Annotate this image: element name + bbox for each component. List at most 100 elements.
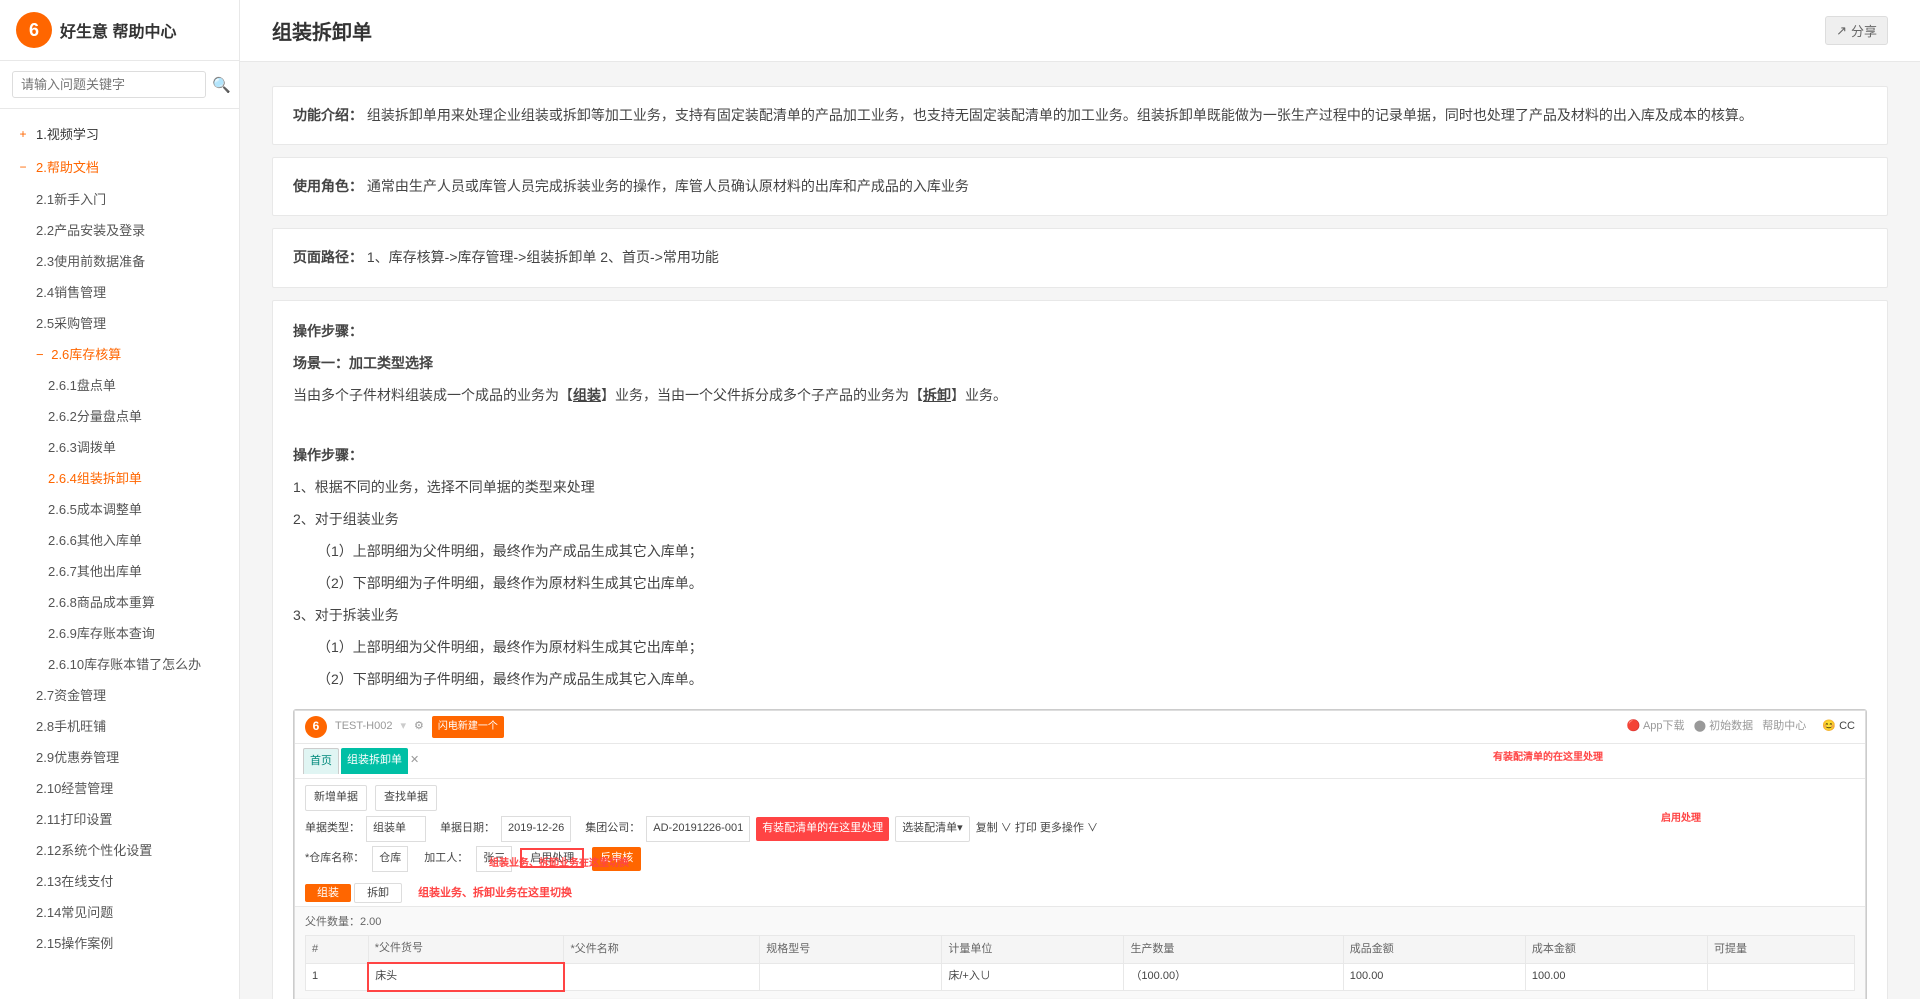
- sidebar-item-video[interactable]: + 1.视频学习: [0, 117, 239, 150]
- main-header: 组装拆卸单 ↗ 分享: [240, 0, 1920, 62]
- sidebar-item-prepare[interactable]: 2.3使用前数据准备: [0, 245, 239, 276]
- sidebar-item-goods-cost[interactable]: 2.6.8商品成本重算: [0, 586, 239, 617]
- intro-section: 功能介绍： 组装拆卸单用来处理企业组装或拆卸等加工业务，支持有固定装配清单的产品…: [272, 86, 1888, 145]
- search-icon[interactable]: 🔍: [212, 76, 231, 94]
- goods-code-cell[interactable]: 床头: [368, 963, 564, 991]
- expand-icon: +: [16, 127, 30, 141]
- step2-1: （1）上部明细为父件明细，最终作为产成品生成其它入库单；: [293, 537, 1867, 565]
- sidebar-item-cases[interactable]: 2.15操作案例: [0, 927, 239, 958]
- sidebar-item-install[interactable]: 2.2产品安装及登录: [0, 214, 239, 245]
- sidebar-item-operation[interactable]: 2.10经营管理: [0, 772, 239, 803]
- col-amount: 成品金额: [1343, 936, 1525, 963]
- sidebar-item-adjust[interactable]: 2.6.3调拨单: [0, 431, 239, 462]
- app-topbar: 6 TEST-H002 ▾ ⚙ 闪电新建一个 🔴 App下载 ⬤ 初始数据 帮助…: [295, 711, 1865, 744]
- app-form: 新增单据 查找单据 单据类型： 组装单 单据日期： 2019-12-26 集团公…: [295, 779, 1865, 881]
- sidebar-item-customize[interactable]: 2.12系统个性化设置: [0, 834, 239, 865]
- sidebar: 6 好生意 帮助中心 🔍 + 1.视频学习 − 2.帮助文档 2.1新手入门 2…: [0, 0, 240, 999]
- ops-title: 操作步骤：: [293, 323, 363, 339]
- step2: 2、对于组装业务: [293, 505, 1867, 533]
- app-nav-tabs: 首页 组装拆卸单 ✕: [295, 744, 1865, 780]
- upper-table-area: 父件数量：2.00 # *父件货号 *父件名称 规格型号 计量单位 生产数量: [295, 907, 1865, 998]
- step3: 3、对于拆装业务: [293, 601, 1867, 629]
- sidebar-item-split[interactable]: 2.6.2分量盘点单: [0, 400, 239, 431]
- step3-2: （2）下部明细为子件明细，最终作为产成品生成其它入库单。: [293, 665, 1867, 693]
- app-logo-small: 6: [305, 716, 327, 738]
- company-field[interactable]: AD-20191226-001: [646, 816, 750, 842]
- col-cost: 成本金额: [1525, 936, 1707, 963]
- share-button[interactable]: ↗ 分享: [1825, 16, 1888, 45]
- main-content: 组装拆卸单 ↗ 分享 功能介绍： 组装拆卸单用来处理企业组装或拆卸等加工业务，支…: [240, 0, 1920, 999]
- sidebar-item-mobile[interactable]: 2.8手机旺铺: [0, 710, 239, 741]
- col-available: 可提量: [1707, 936, 1854, 963]
- warehouse-field[interactable]: 仓库: [372, 846, 408, 872]
- form-row2: *仓库名称： 仓库 加工人： 张三 启用处理 反审核: [305, 846, 1855, 872]
- sidebar-item-print[interactable]: 2.11打印设置: [0, 803, 239, 834]
- sidebar-item-coupon[interactable]: 2.9优惠券管理: [0, 741, 239, 772]
- sidebar-item-stock-check[interactable]: 2.6.9库存账本查询: [0, 617, 239, 648]
- page-title: 组装拆卸单: [272, 16, 372, 45]
- more-actions: 复制 ∨ 打印 更多操作 ∨: [976, 819, 1098, 839]
- role-label: 使用角色：: [293, 178, 363, 194]
- role-section: 使用角色： 通常由生产人员或库管人员完成拆装业务的操作，库管人员确认原材料的出库…: [272, 157, 1888, 216]
- disassemble-tab[interactable]: 拆卸: [354, 883, 402, 903]
- app-top-links: 🔴 App下载 ⬤ 初始数据 帮助中心: [1627, 717, 1813, 737]
- table-row: 1 床头 床/+入∪ （100.00） 100.00 100.00: [306, 963, 1855, 991]
- upper-table: # *父件货号 *父件名称 规格型号 计量单位 生产数量 成品金额 成本金额 可…: [305, 935, 1855, 992]
- disassemble-keyword: 拆卸: [923, 387, 951, 403]
- col-goods-code: *父件货号: [368, 936, 564, 963]
- type-switch-area: 组装 拆卸 组装业务、拆卸业务在这里切换: [295, 882, 1865, 907]
- collapse-icon: −: [16, 160, 30, 174]
- app-instance-label: TEST-H002: [335, 717, 392, 737]
- sidebar-item-other-in[interactable]: 2.6.6其他入库单: [0, 524, 239, 555]
- sidebar-item-sales[interactable]: 2.4销售管理: [0, 276, 239, 307]
- sidebar-item-docs[interactable]: − 2.帮助文档: [0, 150, 239, 183]
- sidebar-item-purchase[interactable]: 2.5采购管理: [0, 307, 239, 338]
- screenshot-container: 6 TEST-H002 ▾ ⚙ 闪电新建一个 🔴 App下载 ⬤ 初始数据 帮助…: [293, 709, 1867, 999]
- sidebar-item-stock[interactable]: − 2.6库存核算: [0, 338, 239, 369]
- step1: 1、根据不同的业务，选择不同单据的类型来处理: [293, 473, 1867, 501]
- sidebar-item-inventory[interactable]: 2.6.1盘点单: [0, 369, 239, 400]
- share-icon: ↗: [1836, 23, 1847, 39]
- main-body: 功能介绍： 组装拆卸单用来处理企业组装或拆卸等加工业务，支持有固定装配清单的产品…: [240, 62, 1920, 999]
- step3-1: （1）上部明细为父件明细，最终作为原材料生成其它出库单；: [293, 633, 1867, 661]
- doc-type-select[interactable]: 组装单: [366, 816, 426, 842]
- confirm-btn[interactable]: 反审核: [592, 847, 641, 871]
- form-actions: 新增单据 查找单据: [305, 785, 1855, 811]
- find-btn[interactable]: 查找单据: [375, 785, 437, 811]
- sidebar-item-other-out[interactable]: 2.6.7其他出库单: [0, 555, 239, 586]
- col-qty: 计量单位: [942, 936, 1124, 963]
- path-label: 页面路径：: [293, 249, 363, 265]
- ops-steps-title: 操作步骤：: [293, 447, 363, 463]
- assemble-tab-active[interactable]: 组装: [305, 884, 351, 902]
- sidebar-item-finance[interactable]: 2.7资金管理: [0, 679, 239, 710]
- nav-tab-assemble[interactable]: 组装拆卸单: [341, 748, 408, 774]
- switch-annotation: 组装业务、拆卸业务在这里切换: [418, 884, 572, 904]
- app-screenshot: 6 TEST-H002 ▾ ⚙ 闪电新建一个 🔴 App下载 ⬤ 初始数据 帮助…: [294, 710, 1866, 999]
- sidebar-item-assemble[interactable]: 2.6.4组装拆卸单: [0, 462, 239, 493]
- sidebar-item-faq[interactable]: 2.14常见问题: [0, 896, 239, 927]
- highlighted-process-btn[interactable]: 有装配清单的在这里处理: [756, 817, 889, 841]
- doc-date[interactable]: 2019-12-26: [501, 816, 571, 842]
- sidebar-item-stock-error[interactable]: 2.6.10库存账本错了怎么办: [0, 648, 239, 679]
- nav-tab-home[interactable]: 首页: [303, 748, 339, 775]
- step2-2: （2）下部明细为子件明细，最终作为原材料生成其它出库单。: [293, 569, 1867, 597]
- logo: 6: [16, 12, 52, 48]
- new-order-btn[interactable]: 闪电新建一个: [432, 716, 504, 738]
- col-price: 生产数量: [1124, 936, 1343, 963]
- enable-section: 启用处理: [520, 849, 584, 869]
- role-text: 通常由生产人员或库管人员完成拆装业务的操作，库管人员确认原材料的出库和产成品的入…: [367, 178, 969, 194]
- scene1-desc: 当由多个子件材料组装成一个成品的业务为【组装】业务，当由一个父件拆分成多个子产品…: [293, 381, 1867, 409]
- sidebar-item-cost[interactable]: 2.6.5成本调整单: [0, 493, 239, 524]
- search-input[interactable]: [12, 71, 206, 98]
- add-btn[interactable]: 新增单据: [305, 785, 367, 811]
- sidebar-item-payment[interactable]: 2.13在线支付: [0, 865, 239, 896]
- enable-input[interactable]: 启用处理: [520, 848, 584, 868]
- select-bom-btn[interactable]: 选装配清单▾: [895, 816, 970, 842]
- worker-field[interactable]: 张三: [476, 846, 512, 872]
- form-row1: 单据类型： 组装单 单据日期： 2019-12-26 集团公司： AD-2019…: [305, 816, 1855, 842]
- scene1-title: 场景一：加工类型选择: [293, 355, 433, 371]
- nav-list: + 1.视频学习 − 2.帮助文档 2.1新手入门 2.2产品安装及登录 2.3…: [0, 109, 239, 999]
- sidebar-item-new[interactable]: 2.1新手入门: [0, 183, 239, 214]
- intro-label: 功能介绍：: [293, 107, 363, 123]
- sidebar-header: 6 好生意 帮助中心: [0, 0, 239, 61]
